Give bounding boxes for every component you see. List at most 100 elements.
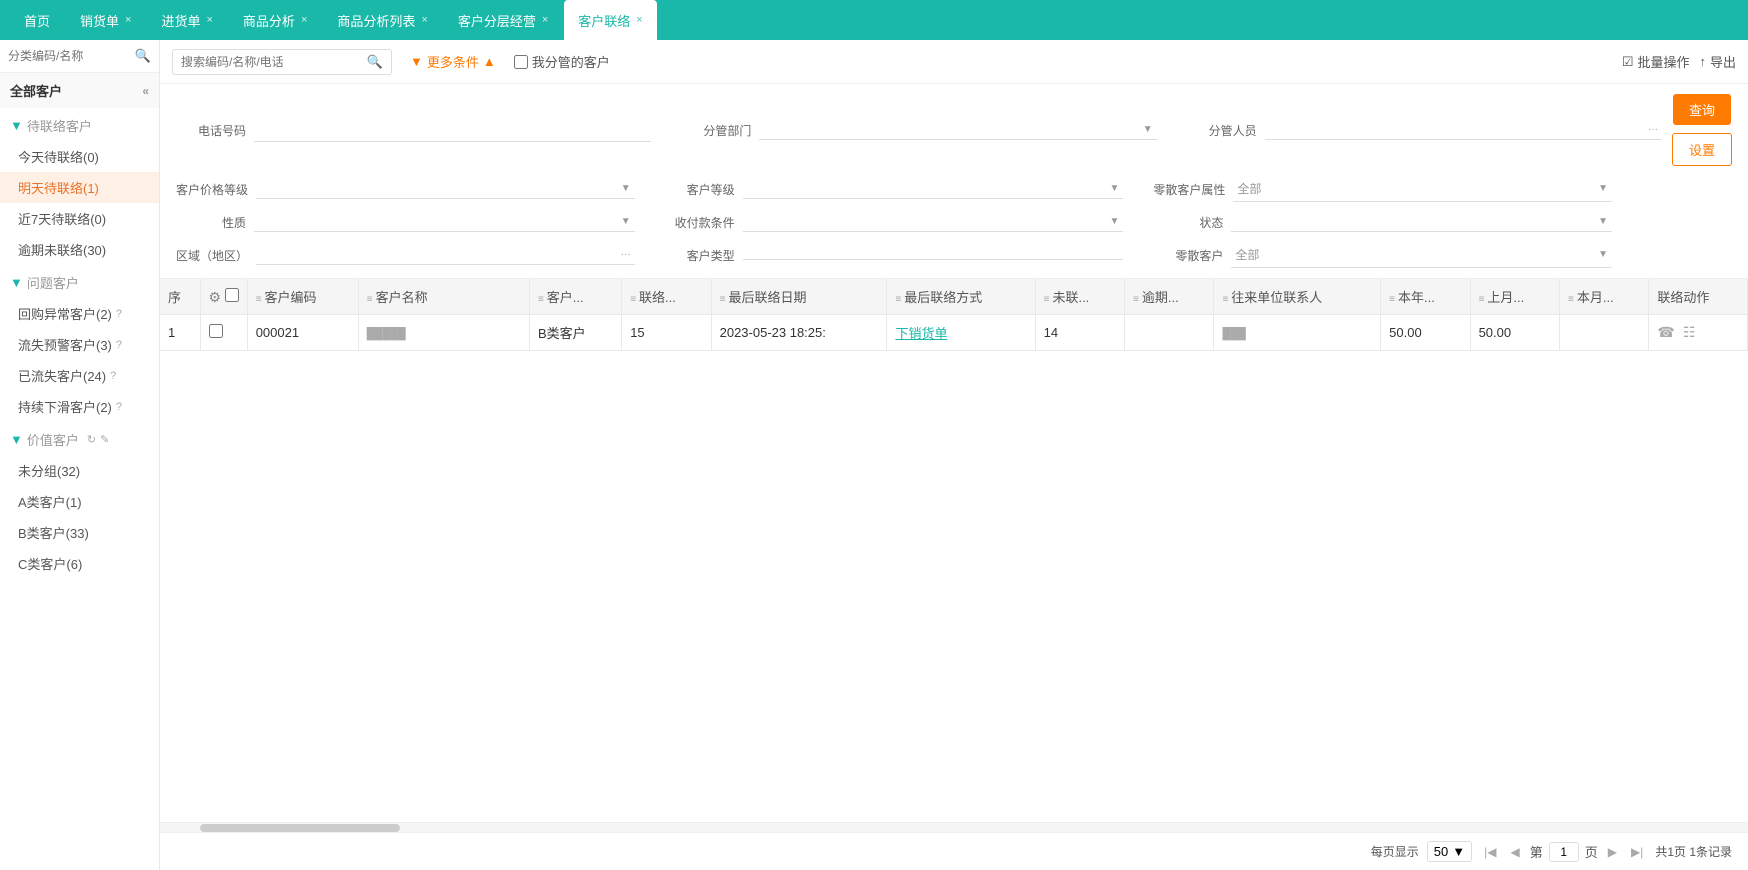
th-last-method[interactable]: ≡最后联络方式 (887, 279, 1035, 315)
my-customers-checkbox[interactable] (514, 55, 528, 69)
nav-home[interactable]: 首页 (10, 0, 64, 40)
sidebar-item-churn-warning[interactable]: 流失预警客户(3) ? (0, 329, 159, 360)
filter-payment: 收付款条件 ▼ (665, 212, 1124, 232)
sidebar-item-class-c[interactable]: C类客户(6) (0, 548, 159, 579)
last-page-button[interactable]: ▶| (1627, 843, 1647, 861)
customer-level-select[interactable]: ▼ (743, 179, 1124, 199)
ellipsis-icon: ··· (621, 249, 631, 260)
filter-area: 区域（地区） ··· (176, 245, 635, 265)
th-unlinked[interactable]: ≡未联... (1035, 279, 1124, 315)
scrollbar-thumb[interactable] (200, 824, 400, 832)
person-select[interactable]: ··· (1265, 120, 1662, 140)
sidebar-item-tomorrow[interactable]: 明天待联络(1) (0, 172, 159, 203)
nav-tab-customer-tier[interactable]: 客户分层经营 × (444, 0, 562, 40)
question-icon[interactable]: ? (116, 339, 122, 351)
data-table-wrap: 序 ⚙ ≡客户编码 ≡客户名称 ≡客户... ≡联络... ≡最后联络日期 ≡最… (160, 279, 1748, 822)
close-icon[interactable]: × (636, 14, 642, 26)
close-icon[interactable]: × (301, 14, 307, 26)
sidebar-item-repurchase-abnormal[interactable]: 回购异常客户(2) ? (0, 298, 159, 329)
content-area: 🔍 ▼ 更多条件 ▲ 我分管的客户 ☑ 批量操作 ↑ 导出 (160, 40, 1748, 870)
close-icon[interactable]: × (206, 14, 212, 26)
dept-select[interactable]: ▼ (759, 120, 1156, 140)
sidebar-item-today[interactable]: 今天待联络(0) (0, 141, 159, 172)
search-input-wrap: 🔍 (172, 49, 392, 75)
nav-tab-analysis[interactable]: 商品分析 × (229, 0, 321, 40)
close-icon[interactable]: × (125, 14, 131, 26)
th-last-month[interactable]: ≡上月... (1470, 279, 1559, 315)
search-bar: 🔍 ▼ 更多条件 ▲ 我分管的客户 ☑ 批量操作 ↑ 导出 (160, 40, 1748, 84)
th-action: 联络动作 (1649, 279, 1748, 315)
nav-tab-purchase[interactable]: 进货单 × (147, 0, 226, 40)
sidebar-item-class-a[interactable]: A类客户(1) (0, 486, 159, 517)
th-contacts-unit[interactable]: ≡往来单位联系人 (1214, 279, 1381, 315)
cell-last-method: 下销货单 (887, 315, 1035, 351)
more-filter-button[interactable]: ▼ 更多条件 ▲ (402, 48, 504, 75)
customer-type-select[interactable] (743, 251, 1124, 260)
phone-action-icon[interactable]: ☎ (1657, 324, 1674, 341)
nav-tab-customer-contact[interactable]: 客户联络 × (564, 0, 656, 40)
prev-page-button[interactable]: ◀ (1506, 843, 1523, 861)
sidebar: 🔍 全部客户 « ▼ 待联络客户 今天待联络(0) 明天待联络(1) 近7天待联… (0, 40, 160, 870)
refresh-icon[interactable]: ↻ (87, 433, 96, 446)
nature-select[interactable]: ▼ (254, 212, 635, 232)
settings-icon[interactable]: ⚙ (209, 289, 222, 305)
page-suffix: 页 (1585, 842, 1598, 861)
export-button[interactable]: ↑ 导出 (1699, 52, 1736, 71)
next-page-button[interactable]: ▶ (1604, 843, 1621, 861)
query-button[interactable]: 查询 (1673, 94, 1731, 125)
page-number-input[interactable] (1549, 842, 1579, 862)
th-name[interactable]: ≡客户名称 (358, 279, 529, 315)
sidebar-all-customers[interactable]: 全部客户 « (0, 73, 159, 108)
sidebar-search-input[interactable] (8, 49, 131, 63)
status-select[interactable]: ▼ (1231, 212, 1612, 232)
collapse-icon[interactable]: « (142, 84, 149, 98)
nav-tab-sales[interactable]: 销货单 × (66, 0, 145, 40)
batch-operations-button[interactable]: ☑ 批量操作 (1622, 52, 1690, 71)
th-type[interactable]: ≡客户... (529, 279, 621, 315)
phone-input[interactable] (254, 119, 651, 142)
right-actions: ☑ 批量操作 ↑ 导出 (1622, 52, 1736, 71)
search-input[interactable] (181, 55, 361, 69)
th-this-month[interactable]: ≡本月... (1560, 279, 1649, 315)
cell-no: 1 (160, 315, 200, 351)
row-checkbox[interactable] (209, 324, 223, 338)
first-page-button[interactable]: |◀ (1480, 843, 1500, 861)
top-navigation: 首页 销货单 × 进货单 × 商品分析 × 商品分析列表 × 客户分层经营 × … (0, 0, 1748, 40)
search-icon[interactable]: 🔍 (135, 48, 151, 64)
per-page-select[interactable]: 50 ▼ (1427, 841, 1472, 862)
question-icon[interactable]: ? (116, 401, 122, 413)
set-button[interactable]: 设置 (1672, 133, 1732, 166)
nav-tab-analysis-list[interactable]: 商品分析列表 × (323, 0, 441, 40)
select-all-checkbox[interactable] (225, 288, 239, 302)
last-method-link[interactable]: 下销货单 (895, 326, 947, 341)
payment-select[interactable]: ▼ (743, 212, 1124, 232)
th-contacts[interactable]: ≡联络... (622, 279, 711, 315)
horizontal-scrollbar[interactable] (160, 822, 1748, 832)
price-level-select[interactable]: ▼ (256, 179, 635, 199)
question-icon[interactable]: ? (116, 308, 122, 320)
sidebar-item-declining[interactable]: 持续下滑客户(2) ? (0, 391, 159, 422)
edit-icon[interactable]: ✎ (100, 433, 109, 446)
sidebar-item-class-b[interactable]: B类客户(33) (0, 517, 159, 548)
grid-action-icon[interactable]: ☷ (1683, 324, 1696, 341)
close-icon[interactable]: × (542, 14, 548, 26)
th-this-year[interactable]: ≡本年... (1381, 279, 1470, 315)
chevron-down-icon: ▼ (1598, 183, 1608, 194)
filter-dept: 分管部门 ▼ (681, 120, 1156, 140)
th-last-date[interactable]: ≡最后联络日期 (711, 279, 887, 315)
pagination: |◀ ◀ 第 页 ▶ ▶| (1480, 842, 1647, 862)
sidebar-item-churned[interactable]: 已流失客户(24) ? (0, 360, 159, 391)
sidebar-item-7days[interactable]: 近7天待联络(0) (0, 203, 159, 234)
sidebar-item-overdue[interactable]: 逾期未联络(30) (0, 234, 159, 265)
area-select[interactable]: ··· (256, 245, 635, 265)
retail-select[interactable]: 全部 ▼ (1231, 242, 1612, 268)
th-code[interactable]: ≡客户编码 (247, 279, 358, 315)
dept-label: 分管部门 (681, 122, 751, 139)
search-icon[interactable]: 🔍 (367, 54, 383, 70)
close-icon[interactable]: × (421, 14, 427, 26)
table-row: 1 000021 █████ B类客户 15 2023-05-23 18:25:… (160, 315, 1748, 351)
th-overdue[interactable]: ≡逾期... (1125, 279, 1214, 315)
question-icon[interactable]: ? (110, 370, 116, 382)
retail-attr-select[interactable]: 全部 ▼ (1233, 176, 1612, 202)
sidebar-item-unclassified[interactable]: 未分组(32) (0, 455, 159, 486)
